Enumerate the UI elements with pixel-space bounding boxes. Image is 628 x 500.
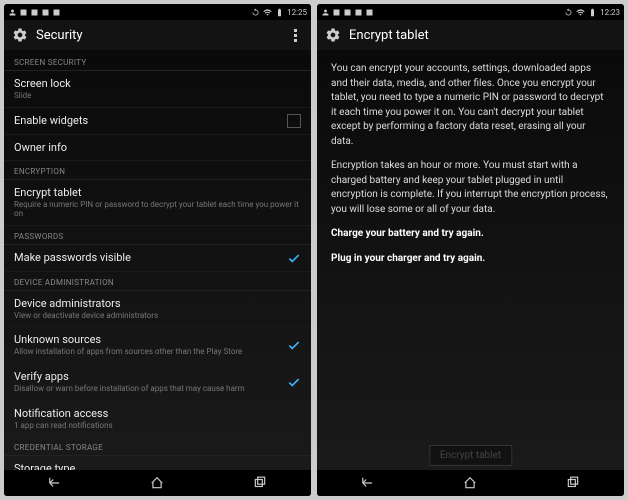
person-icon — [8, 8, 17, 17]
item-unknown-sources[interactable]: Unknown sourcesAllow installation of app… — [4, 327, 311, 364]
notif-icon — [30, 8, 39, 17]
page-title: Encrypt tablet — [349, 28, 616, 43]
info-bold-2: Plug in your charger and try again. — [331, 252, 610, 267]
item-notification-access[interactable]: Notification access1 app can read notifi… — [4, 401, 311, 438]
home-button[interactable] — [460, 475, 480, 491]
section-device-admin: DEVICE ADMINISTRATION — [4, 272, 311, 291]
info-para-1: You can encrypt your accounts, settings,… — [331, 62, 610, 149]
status-time: 12:23 — [600, 8, 620, 17]
item-screen-lock[interactable]: Screen lockSlide — [4, 71, 311, 108]
encrypt-tablet-button: Encrypt tablet — [429, 445, 512, 466]
status-bar: 12:23 — [317, 4, 624, 20]
notif-icon — [19, 8, 28, 17]
settings-list[interactable]: SCREEN SECURITY Screen lockSlide Enable … — [4, 50, 311, 470]
status-time: 12:25 — [287, 8, 307, 17]
status-left-icons — [321, 8, 374, 17]
checkbox-on[interactable] — [287, 375, 301, 389]
item-make-passwords-visible[interactable]: Make passwords visible — [4, 245, 311, 272]
wifi-icon — [263, 8, 272, 17]
back-button[interactable] — [45, 475, 65, 491]
navigation-bar — [317, 470, 624, 496]
recents-button[interactable] — [563, 475, 583, 491]
section-encryption: ENCRYPTION — [4, 161, 311, 180]
wifi-icon — [576, 8, 585, 17]
notif-icon — [41, 8, 50, 17]
notif-icon — [52, 8, 61, 17]
back-button[interactable] — [358, 475, 378, 491]
section-passwords: PASSWORDS — [4, 226, 311, 245]
item-enable-widgets[interactable]: Enable widgets — [4, 108, 311, 135]
notif-icon — [332, 8, 341, 17]
home-button[interactable] — [147, 475, 167, 491]
notif-icon — [343, 8, 352, 17]
app-header: Encrypt tablet — [317, 20, 624, 50]
encrypt-info: You can encrypt your accounts, settings,… — [317, 50, 624, 470]
checkbox-off[interactable] — [287, 114, 301, 128]
navigation-bar — [4, 470, 311, 496]
notif-icon — [365, 8, 374, 17]
checkbox-on[interactable] — [287, 251, 301, 265]
item-encrypt-tablet[interactable]: Encrypt tabletRequire a numeric PIN or p… — [4, 180, 311, 226]
section-credential-storage: CREDENTIAL STORAGE — [4, 437, 311, 456]
status-left-icons — [8, 8, 61, 17]
refresh-icon — [564, 8, 573, 17]
battery-icon — [275, 8, 284, 17]
overflow-menu-icon[interactable] — [287, 29, 303, 42]
item-verify-apps[interactable]: Verify appsDisallow or warn before insta… — [4, 364, 311, 401]
item-owner-info[interactable]: Owner info — [4, 135, 311, 161]
checkbox-on[interactable] — [287, 338, 301, 352]
gear-icon[interactable] — [325, 27, 341, 43]
section-screen-security: SCREEN SECURITY — [4, 52, 311, 71]
notif-icon — [354, 8, 363, 17]
info-para-2: Encryption takes an hour or more. You mu… — [331, 159, 610, 217]
refresh-icon — [251, 8, 260, 17]
recents-button[interactable] — [250, 475, 270, 491]
item-device-administrators[interactable]: Device administratorsView or deactivate … — [4, 291, 311, 328]
status-right-icons: 12:25 — [251, 8, 307, 17]
battery-icon — [588, 8, 597, 17]
status-bar: 12:25 — [4, 4, 311, 20]
gear-icon[interactable] — [12, 27, 28, 43]
right-screen: 12:23 Encrypt tablet You can encrypt you… — [317, 4, 624, 496]
person-icon — [321, 8, 330, 17]
app-header: Security — [4, 20, 311, 50]
page-title: Security — [36, 28, 279, 43]
info-bold-1: Charge your battery and try again. — [331, 227, 610, 242]
left-screen: 12:25 Security SCREEN SECURITY Screen lo… — [4, 4, 311, 496]
item-storage-type[interactable]: Storage typeHardware-backed — [4, 456, 311, 470]
status-right-icons: 12:23 — [564, 8, 620, 17]
